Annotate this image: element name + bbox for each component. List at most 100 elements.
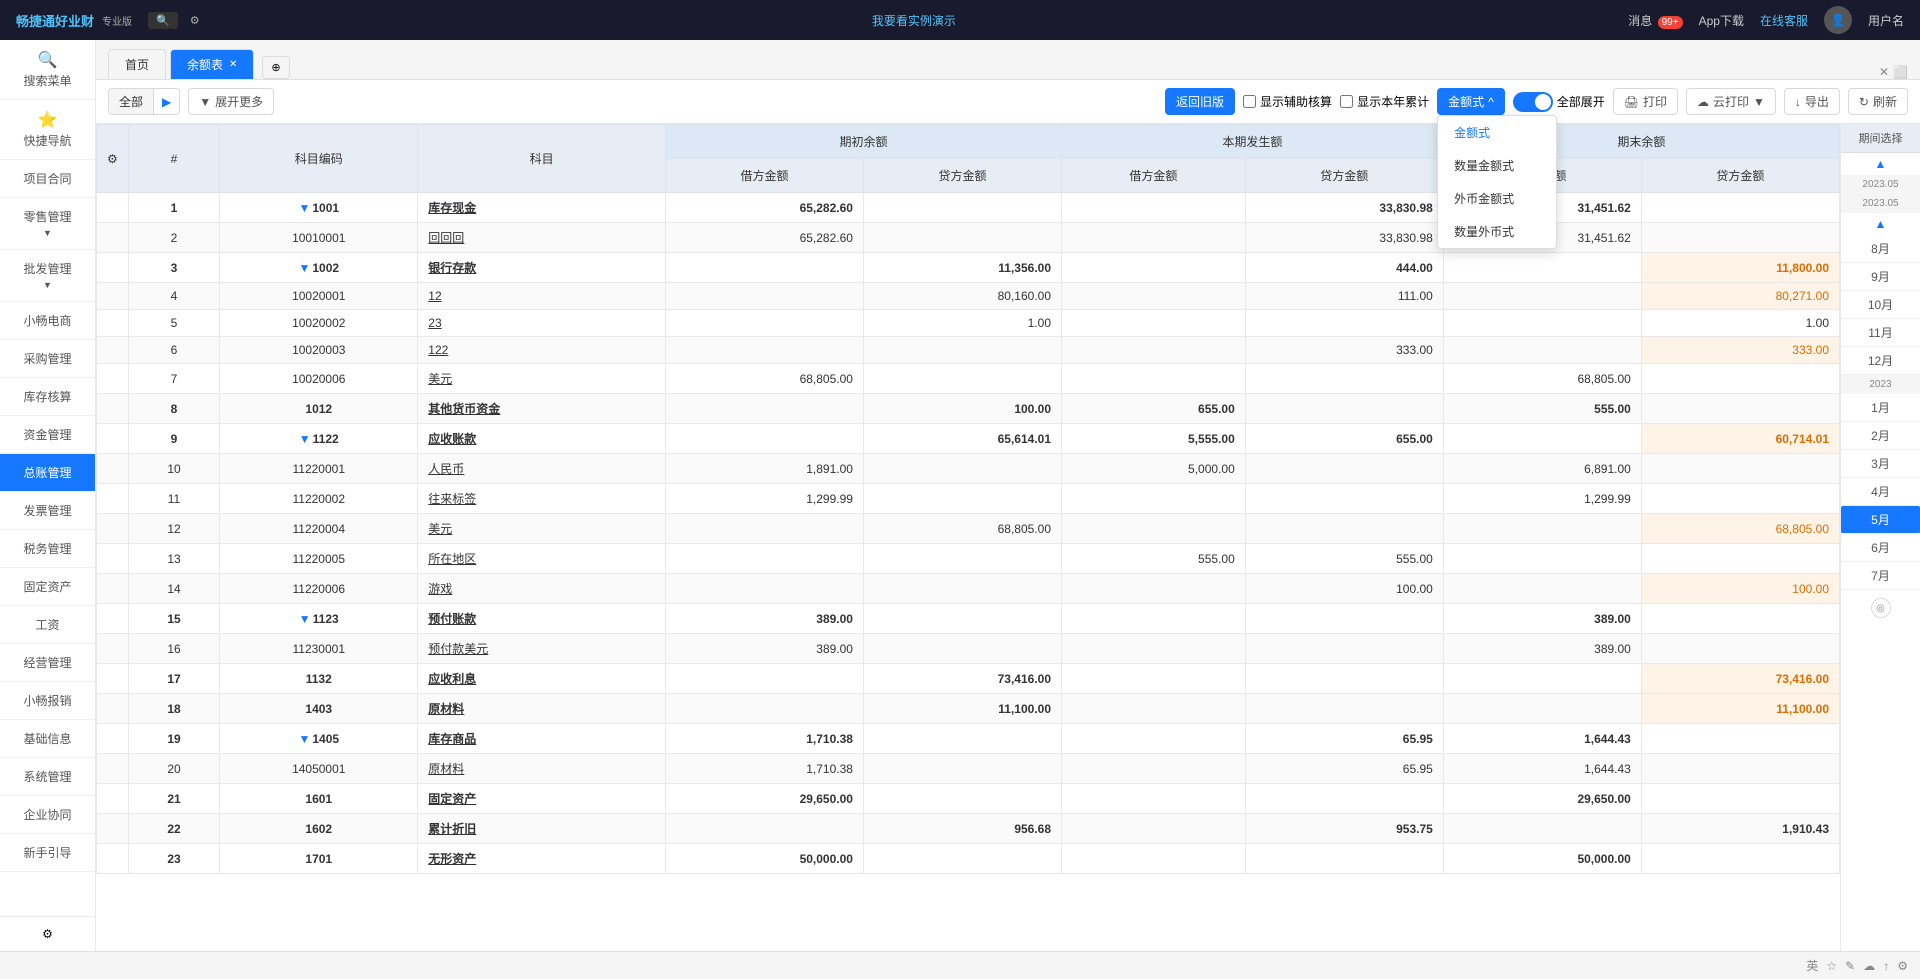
- month-5[interactable]: 5月: [1841, 506, 1920, 534]
- th-settings[interactable]: ⚙: [97, 125, 129, 193]
- table-subject-17[interactable]: 原材料: [418, 694, 666, 724]
- cloud-print-btn[interactable]: ☁ 云打印 ▼: [1686, 88, 1776, 115]
- table-subject-22[interactable]: 无形资产: [418, 844, 666, 874]
- table-subject-11[interactable]: 美元: [418, 514, 666, 544]
- sidebar-item-tax[interactable]: 税务管理: [0, 530, 95, 568]
- table-code-22[interactable]: 1701: [220, 844, 418, 874]
- table-code-20[interactable]: 1601: [220, 784, 418, 814]
- table-subject-3[interactable]: 12: [418, 283, 666, 310]
- online-service-btn[interactable]: 在线客服: [1760, 12, 1808, 29]
- table-subject-16[interactable]: 应收利息: [418, 664, 666, 694]
- table-code-1[interactable]: 10010001: [220, 223, 418, 253]
- table-code-14[interactable]: ▼1123: [220, 604, 418, 634]
- expand-switch[interactable]: [1513, 92, 1553, 112]
- table-code-16[interactable]: 1132: [220, 664, 418, 694]
- ytd-checkbox-input[interactable]: [1340, 95, 1353, 108]
- status-edit-icon[interactable]: ✎: [1845, 959, 1855, 973]
- period-up-arrow[interactable]: ▲: [1841, 153, 1920, 175]
- expand-all-toggle[interactable]: 全部展开: [1513, 92, 1605, 112]
- table-container[interactable]: ⚙ # 科目编码 科目 期初余额 本期发生额 期末余额 借方金额 贷方金额 借方…: [96, 124, 1840, 951]
- month-9[interactable]: 9月: [1841, 263, 1920, 291]
- table-subject-1[interactable]: 回回回: [418, 223, 666, 253]
- amount-mode-item-2[interactable]: 外币金额式: [1438, 182, 1556, 215]
- table-code-11[interactable]: 11220004: [220, 514, 418, 544]
- month-12[interactable]: 12月: [1841, 347, 1920, 375]
- sidebar-item-purchase[interactable]: 采购管理: [0, 340, 95, 378]
- tab-close-icon[interactable]: ✕: [229, 59, 237, 70]
- table-subject-5[interactable]: 122: [418, 337, 666, 364]
- status-star-icon[interactable]: ☆: [1826, 959, 1837, 973]
- table-code-0[interactable]: ▼1001: [220, 193, 418, 223]
- show-aux-checkbox[interactable]: 显示辅助核算: [1243, 93, 1332, 110]
- table-code-21[interactable]: 1602: [220, 814, 418, 844]
- table-subject-6[interactable]: 美元: [418, 364, 666, 394]
- amount-mode-btn[interactable]: 金额式 ^: [1437, 88, 1505, 115]
- sidebar-item-invoice[interactable]: 发票管理: [0, 492, 95, 530]
- table-code-6[interactable]: 10020006: [220, 364, 418, 394]
- sidebar-item-quick-nav[interactable]: ⭐ 快捷导航: [0, 100, 95, 160]
- sidebar-item-report[interactable]: 小畅报销: [0, 682, 95, 720]
- table-code-4[interactable]: 10020002: [220, 310, 418, 337]
- sidebar-item-assets[interactable]: 固定资产: [0, 568, 95, 606]
- app-download-btn[interactable]: App下载: [1699, 12, 1744, 29]
- table-subject-19[interactable]: 原材料: [418, 754, 666, 784]
- table-subject-18[interactable]: 库存商品: [418, 724, 666, 754]
- export-btn[interactable]: ↓ 导出: [1784, 88, 1840, 115]
- period-up2-arrow[interactable]: ▲: [1841, 213, 1920, 235]
- show-ytd-checkbox[interactable]: 显示本年累计: [1340, 93, 1429, 110]
- sidebar-item-ledger[interactable]: 总账管理: [0, 454, 95, 492]
- amount-mode-item-0[interactable]: 金额式: [1438, 116, 1556, 149]
- status-lang[interactable]: 英: [1806, 957, 1818, 974]
- amount-mode-dropdown[interactable]: 金额式 ^ 金额式 数量金额式 外币金额式 数量外币式: [1437, 88, 1505, 115]
- amount-mode-item-3[interactable]: 数量外币式: [1438, 215, 1556, 248]
- sidebar-item-system[interactable]: 系统管理: [0, 758, 95, 796]
- table-subject-8[interactable]: 应收账款: [418, 424, 666, 454]
- collapse-period-btn[interactable]: ◎: [1845, 594, 1916, 622]
- table-subject-15[interactable]: 预付款美元: [418, 634, 666, 664]
- status-upload-icon[interactable]: ↑: [1883, 959, 1889, 973]
- settings-icon[interactable]: ⚙: [190, 14, 200, 27]
- table-code-13[interactable]: 11220006: [220, 574, 418, 604]
- user-avatar[interactable]: 👤: [1824, 6, 1852, 34]
- table-code-19[interactable]: 14050001: [220, 754, 418, 784]
- refresh-btn[interactable]: ↻ 刷新: [1848, 88, 1908, 115]
- tab-balance[interactable]: 余额表 ✕: [170, 49, 254, 79]
- expand-more-btn[interactable]: ▼ 展开更多: [188, 88, 274, 115]
- table-subject-9[interactable]: 人民币: [418, 454, 666, 484]
- status-cloud-icon[interactable]: ☁: [1863, 959, 1875, 973]
- sidebar-item-capital[interactable]: 资金管理: [0, 416, 95, 454]
- table-subject-4[interactable]: 23: [418, 310, 666, 337]
- month-1[interactable]: 1月: [1841, 394, 1920, 422]
- table-code-2[interactable]: ▼1002: [220, 253, 418, 283]
- month-8[interactable]: 8月: [1841, 235, 1920, 263]
- add-tab-btn[interactable]: ⊕: [262, 56, 289, 79]
- sidebar-item-coop[interactable]: 企业协同: [0, 796, 95, 834]
- sidebar-item-ecommerce[interactable]: 小畅电商: [0, 302, 95, 340]
- table-subject-12[interactable]: 所在地区: [418, 544, 666, 574]
- table-subject-14[interactable]: 预付账款: [418, 604, 666, 634]
- collapse-icon[interactable]: ◎: [1871, 598, 1891, 618]
- table-code-3[interactable]: 10020001: [220, 283, 418, 310]
- table-subject-7[interactable]: 其他货币资金: [418, 394, 666, 424]
- month-7[interactable]: 7月: [1841, 562, 1920, 590]
- table-code-7[interactable]: 1012: [220, 394, 418, 424]
- table-subject-21[interactable]: 累计折旧: [418, 814, 666, 844]
- month-10[interactable]: 10月: [1841, 291, 1920, 319]
- demo-link[interactable]: 我要看实例演示: [872, 12, 956, 29]
- table-code-9[interactable]: 11220001: [220, 454, 418, 484]
- month-11[interactable]: 11月: [1841, 319, 1920, 347]
- table-subject-13[interactable]: 游戏: [418, 574, 666, 604]
- sidebar-settings[interactable]: ⚙: [0, 916, 95, 951]
- table-subject-10[interactable]: 往来标签: [418, 484, 666, 514]
- window-max-icon[interactable]: ⬜: [1893, 65, 1908, 79]
- table-subject-2[interactable]: 银行存款: [418, 253, 666, 283]
- print-btn[interactable]: 🖨 打印: [1613, 88, 1678, 115]
- sidebar-item-guide[interactable]: 新手引导: [0, 834, 95, 872]
- month-6[interactable]: 6月: [1841, 534, 1920, 562]
- tab-home[interactable]: 首页: [108, 49, 166, 79]
- sidebar-item-inventory[interactable]: 库存核算: [0, 378, 95, 416]
- month-4[interactable]: 4月: [1841, 478, 1920, 506]
- status-settings-icon[interactable]: ⚙: [1897, 959, 1908, 973]
- return-old-btn[interactable]: 返回旧版: [1165, 88, 1235, 115]
- sidebar-item-base[interactable]: 基础信息: [0, 720, 95, 758]
